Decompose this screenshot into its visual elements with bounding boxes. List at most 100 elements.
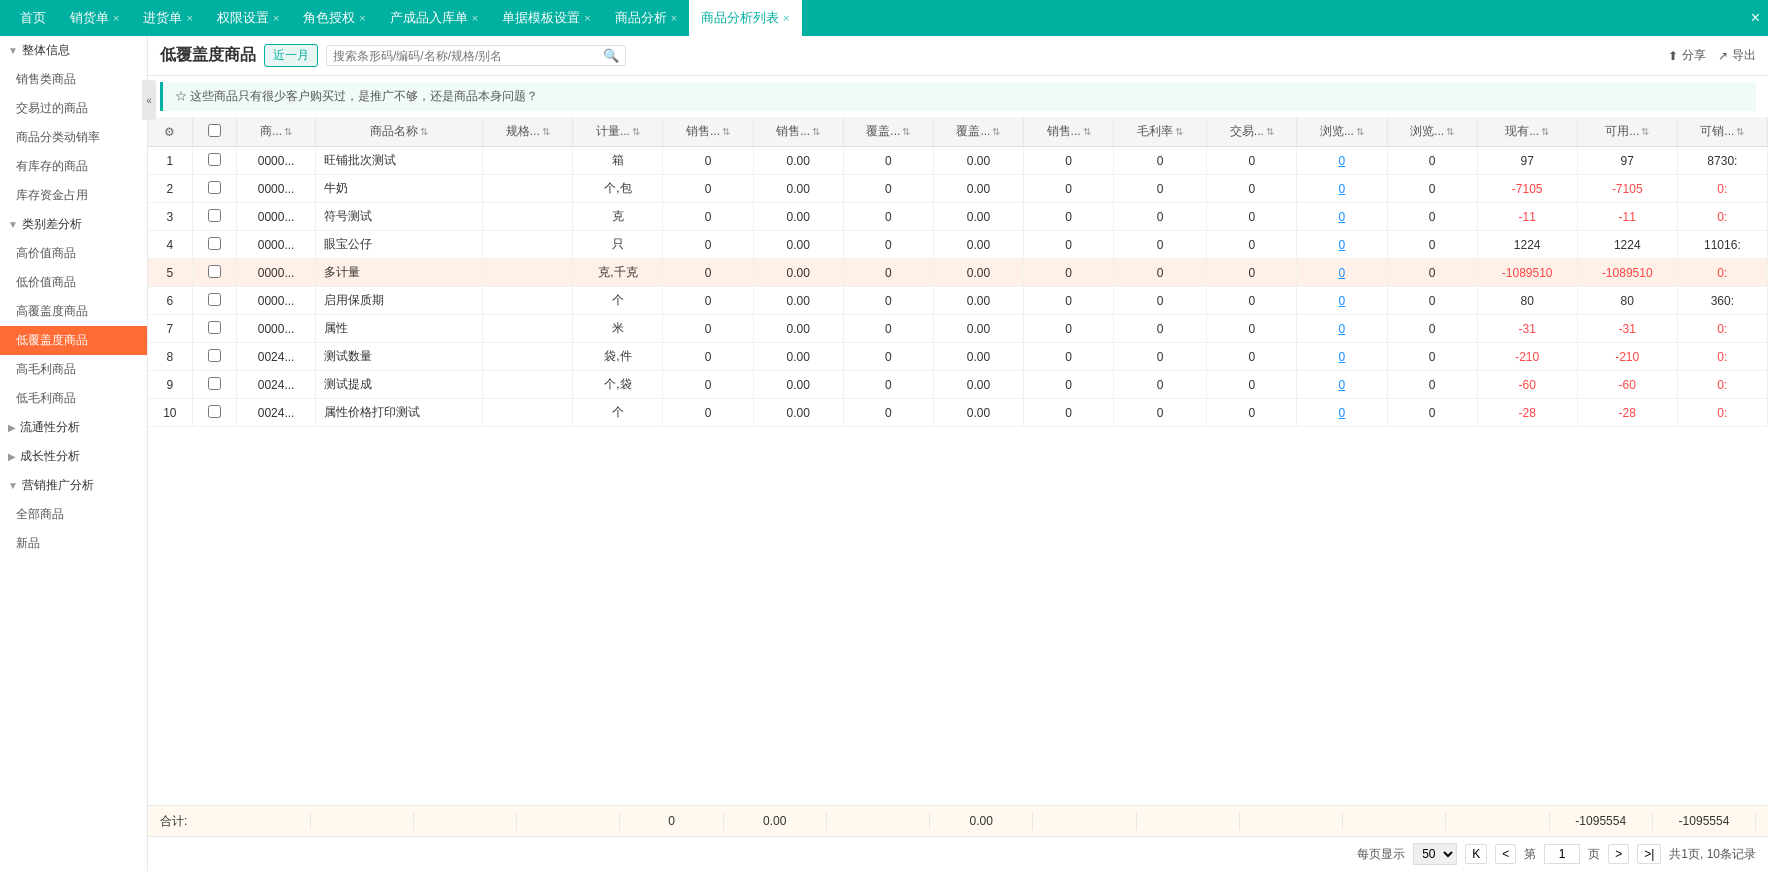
col-settings[interactable]: ⚙ <box>148 117 192 147</box>
col-sales-qty[interactable]: 销售...⇅ <box>663 117 753 147</box>
row-checkbox[interactable] <box>192 175 236 203</box>
col-sales-amt[interactable]: 销售...⇅ <box>753 117 843 147</box>
col-browse2[interactable]: 浏览...⇅ <box>1387 117 1477 147</box>
row-select-checkbox[interactable] <box>208 153 221 166</box>
search-input[interactable] <box>333 49 599 63</box>
col-gross-margin[interactable]: 毛利率⇅ <box>1114 117 1207 147</box>
next-page-button[interactable]: > <box>1608 844 1629 864</box>
time-filter-button[interactable]: 近一月 <box>264 44 318 67</box>
sidebar-section-category[interactable]: ▼ 类别差分析 <box>0 210 147 239</box>
sidebar-collapse-button[interactable]: « <box>142 80 156 120</box>
sidebar-item-high-coverage[interactable]: 高覆盖度商品 <box>0 297 147 326</box>
row-browse1[interactable]: 0 <box>1297 343 1387 371</box>
share-button[interactable]: ⬆ 分享 <box>1668 47 1706 64</box>
sidebar-item-traded-products[interactable]: 交易过的商品 <box>0 94 147 123</box>
row-select-checkbox[interactable] <box>208 265 221 278</box>
col-name[interactable]: 商品名称⇅ <box>316 117 483 147</box>
col-coverage1[interactable]: 覆盖...⇅ <box>843 117 933 147</box>
search-icon[interactable]: 🔍 <box>603 48 619 63</box>
nav-tab-sales[interactable]: 销货单 × <box>58 0 131 36</box>
sidebar-item-low-coverage[interactable]: 低覆盖度商品 <box>0 326 147 355</box>
page-number-input[interactable] <box>1544 844 1580 864</box>
row-browse1[interactable]: 0 <box>1297 147 1387 175</box>
col-spec[interactable]: 规格...⇅ <box>483 117 573 147</box>
close-icon[interactable]: × <box>472 12 478 24</box>
row-checkbox[interactable] <box>192 343 236 371</box>
close-icon[interactable]: × <box>783 12 789 24</box>
sidebar-section-overall[interactable]: ▼ 整体信息 <box>0 36 147 65</box>
row-checkbox[interactable] <box>192 147 236 175</box>
nav-tab-permission[interactable]: 权限设置 × <box>205 0 291 36</box>
sidebar-section-liquidity[interactable]: ▶ 流通性分析 <box>0 413 147 442</box>
nav-tab-product-in[interactable]: 产成品入库单 × <box>378 0 490 36</box>
sidebar-section-growth[interactable]: ▶ 成长性分析 <box>0 442 147 471</box>
row-browse1[interactable]: 0 <box>1297 399 1387 427</box>
close-icon[interactable]: × <box>186 12 192 24</box>
row-checkbox[interactable] <box>192 287 236 315</box>
sidebar-item-category-turnover[interactable]: 商品分类动销率 <box>0 123 147 152</box>
nav-tab-product-analysis-list[interactable]: 商品分析列表 × <box>689 0 801 36</box>
nav-tab-role[interactable]: 角色授权 × <box>291 0 377 36</box>
row-checkbox[interactable] <box>192 259 236 287</box>
settings-icon[interactable]: ⚙ <box>164 125 175 139</box>
prev-page-button[interactable]: < <box>1495 844 1516 864</box>
sidebar-item-sales-products[interactable]: 销售类商品 <box>0 65 147 94</box>
col-sales-extra[interactable]: 销售...⇅ <box>1024 117 1114 147</box>
row-checkbox[interactable] <box>192 231 236 259</box>
sidebar-item-high-value[interactable]: 高价值商品 <box>0 239 147 268</box>
row-browse1[interactable]: 0 <box>1297 259 1387 287</box>
per-page-select[interactable]: 50 <box>1413 843 1457 865</box>
nav-tab-template[interactable]: 单据模板设置 × <box>490 0 602 36</box>
row-browse1[interactable]: 0 <box>1297 287 1387 315</box>
close-icon[interactable]: × <box>584 12 590 24</box>
sidebar-item-low-value[interactable]: 低价值商品 <box>0 268 147 297</box>
row-browse1[interactable]: 0 <box>1297 371 1387 399</box>
row-select-checkbox[interactable] <box>208 321 221 334</box>
col-available-stock[interactable]: 可用...⇅ <box>1577 117 1677 147</box>
row-select-checkbox[interactable] <box>208 209 221 222</box>
col-sellable[interactable]: 可销...⇅ <box>1677 117 1767 147</box>
sidebar-item-low-margin[interactable]: 低毛利商品 <box>0 384 147 413</box>
close-icon[interactable]: × <box>273 12 279 24</box>
close-icon[interactable]: × <box>359 12 365 24</box>
row-select-checkbox[interactable] <box>208 377 221 390</box>
col-browse1[interactable]: 浏览...⇅ <box>1297 117 1387 147</box>
row-checkbox[interactable] <box>192 203 236 231</box>
col-transaction[interactable]: 交易...⇅ <box>1207 117 1297 147</box>
sidebar-item-high-margin[interactable]: 高毛利商品 <box>0 355 147 384</box>
nav-tab-product-analysis[interactable]: 商品分析 × <box>603 0 689 36</box>
row-sales-amt: 0.00 <box>753 203 843 231</box>
nav-tab-purchase[interactable]: 进货单 × <box>131 0 204 36</box>
row-select-checkbox[interactable] <box>208 405 221 418</box>
row-select-checkbox[interactable] <box>208 349 221 362</box>
row-browse1[interactable]: 0 <box>1297 315 1387 343</box>
row-unit: 箱 <box>573 147 663 175</box>
nav-tab-home[interactable]: 首页 <box>8 0 58 36</box>
row-checkbox[interactable] <box>192 315 236 343</box>
sidebar-item-all-products[interactable]: 全部商品 <box>0 500 147 529</box>
row-code: 0000... <box>236 231 315 259</box>
col-current-stock[interactable]: 现有...⇅ <box>1477 117 1577 147</box>
select-all-checkbox[interactable] <box>208 124 221 137</box>
sidebar-item-stock-capital[interactable]: 库存资金占用 <box>0 181 147 210</box>
export-button[interactable]: ↗ 导出 <box>1718 47 1756 64</box>
row-browse1[interactable]: 0 <box>1297 203 1387 231</box>
col-unit[interactable]: 计量...⇅ <box>573 117 663 147</box>
row-browse1[interactable]: 0 <box>1297 231 1387 259</box>
close-all-button[interactable]: × <box>1751 9 1760 27</box>
close-icon[interactable]: × <box>671 12 677 24</box>
row-checkbox[interactable] <box>192 371 236 399</box>
row-select-checkbox[interactable] <box>208 293 221 306</box>
row-checkbox[interactable] <box>192 399 236 427</box>
row-select-checkbox[interactable] <box>208 181 221 194</box>
last-page-button[interactable]: >| <box>1637 844 1661 864</box>
row-browse1[interactable]: 0 <box>1297 175 1387 203</box>
close-icon[interactable]: × <box>113 12 119 24</box>
sidebar-section-marketing[interactable]: ▼ 营销推广分析 <box>0 471 147 500</box>
col-coverage2[interactable]: 覆盖...⇅ <box>933 117 1023 147</box>
first-page-button[interactable]: K <box>1465 844 1487 864</box>
sidebar-item-new-products[interactable]: 新品 <box>0 529 147 558</box>
sidebar-item-stocked-products[interactable]: 有库存的商品 <box>0 152 147 181</box>
row-select-checkbox[interactable] <box>208 237 221 250</box>
col-code[interactable]: 商...⇅ <box>236 117 315 147</box>
